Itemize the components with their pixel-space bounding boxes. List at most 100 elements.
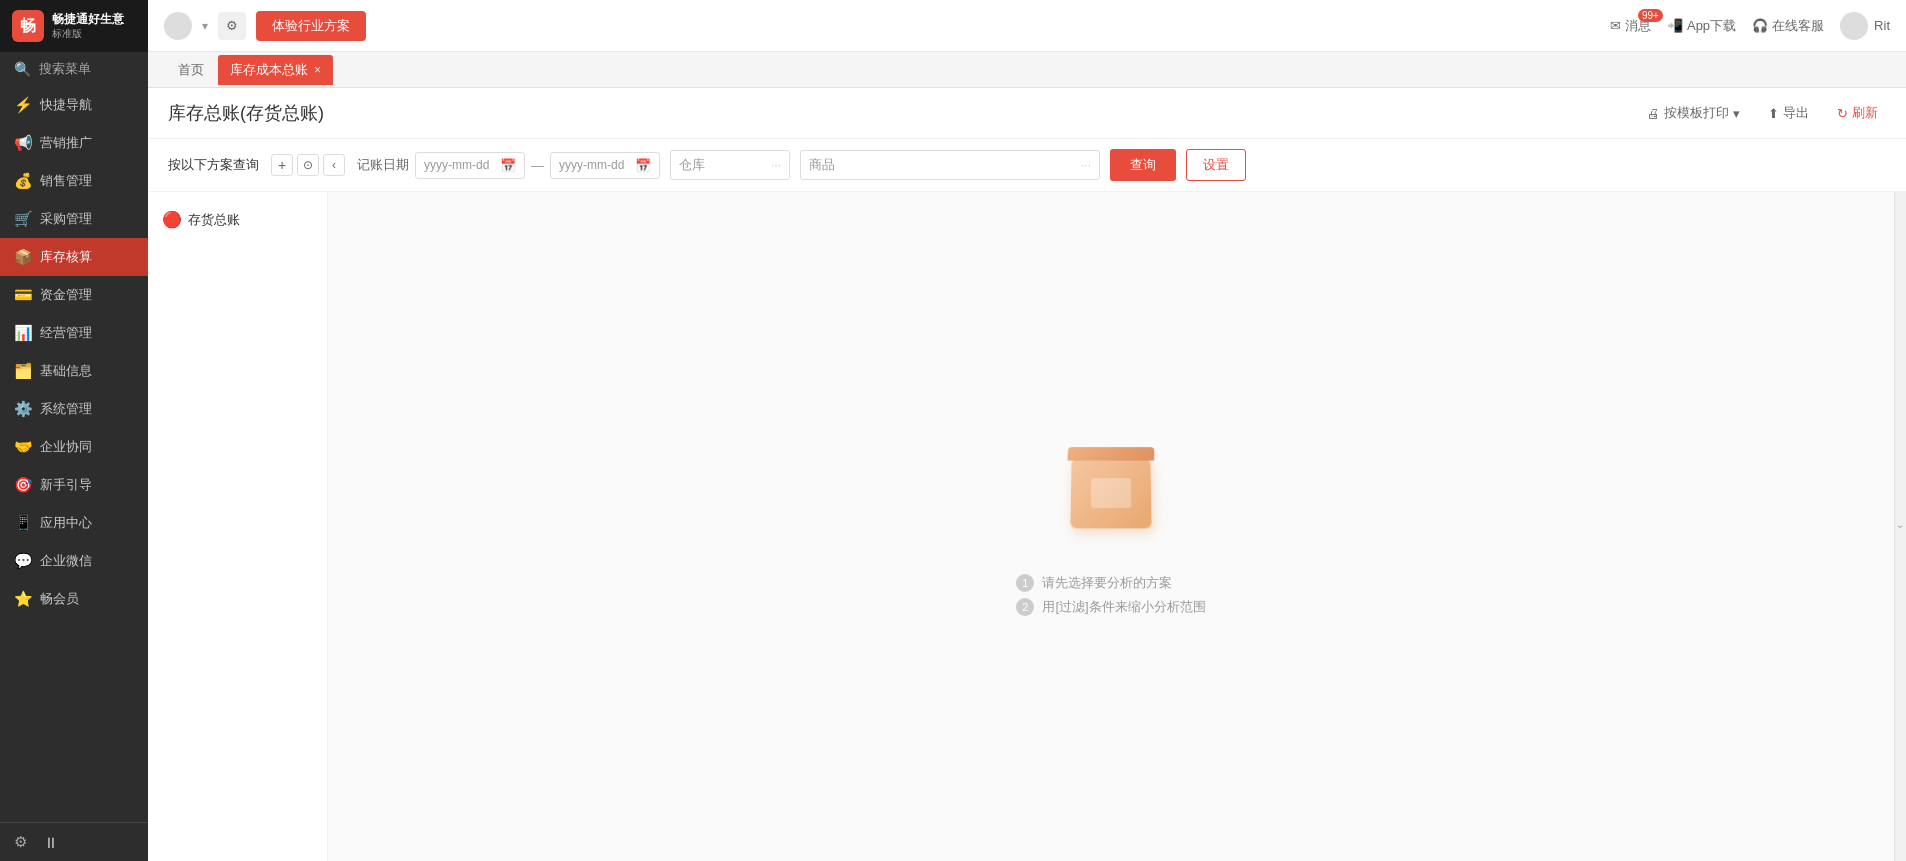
sidebar-item-operation[interactable]: 📊 经营管理 [0,314,148,352]
refresh-btn[interactable]: ↻ 刷新 [1829,100,1886,126]
sidebar-item-quick-nav[interactable]: ⚡ 快捷导航 [0,86,148,124]
sidebar-item-sales[interactable]: 💰 销售管理 [0,162,148,200]
sidebar-item-system[interactable]: ⚙️ 系统管理 [0,390,148,428]
scheme-collapse-btn[interactable]: ‹ [323,154,345,176]
guide-icon: 🎯 [14,476,32,494]
app-center-icon: 📱 [14,514,32,532]
system-icon: ⚙️ [14,400,32,418]
print-label: 按模板打印 [1664,104,1729,122]
refresh-label: 刷新 [1852,104,1878,122]
page-title: 库存总账(存货总账) [168,101,324,125]
date-separator: — [531,158,544,173]
sidebar-item-member[interactable]: ⭐ 畅会员 [0,580,148,618]
wechat-icon: 💬 [14,552,32,570]
app-download-label: App下载 [1687,17,1736,35]
sidebar-item-capital[interactable]: 💳 资金管理 [0,276,148,314]
scheme-item-label: 存货总账 [188,211,240,229]
topbar-user[interactable] [164,12,192,40]
audio-icon[interactable]: ⏸ [43,834,58,851]
print-icon: 🖨 [1647,106,1660,121]
user-name-label: Rit [1874,18,1890,33]
warehouse-select[interactable]: 仓库 ··· [670,150,790,180]
cooperation-icon: 🤝 [14,438,32,456]
online-support-btn[interactable]: 🎧 在线客服 [1752,17,1824,35]
industry-btn[interactable]: 体验行业方案 [256,11,366,41]
sidebar-item-guide[interactable]: 🎯 新手引导 [0,466,148,504]
message-icon: ✉ [1610,18,1621,33]
sidebar-search-label: 搜索菜单 [39,60,91,78]
date-label: 记账日期 [357,156,409,174]
topbar-user-name[interactable]: Rit [1840,12,1890,40]
tab-inventory-ledger[interactable]: 库存成本总账 × [218,55,333,85]
calendar-icon-start: 📅 [500,158,516,173]
print-dropdown-icon: ▾ [1733,106,1740,121]
sidebar-item-marketing[interactable]: 📢 营销推广 [0,124,148,162]
sidebar: 畅 畅捷通好生意 标准版 🔍 搜索菜单 ⚡ 快捷导航 📢 营销推广 💰 销售管理… [0,0,148,861]
logo-text: 畅捷通好生意 标准版 [52,12,124,41]
topbar: ▾ ⚙ 体验行业方案 ✉ 消息 99+ 📲 App下载 🎧 在线客服 Rit [148,0,1906,52]
empty-hint: 1 请先选择要分析的方案 2 用[过滤]条件来缩小分析范围 [1016,574,1205,616]
sidebar-item-label: 系统管理 [40,400,92,418]
tab-home[interactable]: 首页 [164,53,218,87]
sidebar-search-item[interactable]: 🔍 搜索菜单 [0,52,148,86]
setting-btn[interactable]: 设置 [1186,149,1246,181]
data-area: 1 请先选择要分析的方案 2 用[过滤]条件来缩小分析范围 [328,192,1894,861]
right-panel[interactable]: › [1894,192,1906,861]
sidebar-item-label: 新手引导 [40,476,92,494]
avatar [1840,12,1868,40]
date-end-input[interactable]: yyyy-mm-dd 📅 [550,152,660,179]
refresh-icon: ↻ [1837,106,1848,121]
sidebar-item-purchase[interactable]: 🛒 采购管理 [0,200,148,238]
sidebar-item-wechat[interactable]: 💬 企业微信 [0,542,148,580]
marketing-icon: 📢 [14,134,32,152]
scheme-add-btn[interactable]: + [271,154,293,176]
sidebar-item-label: 企业微信 [40,552,92,570]
date-end-placeholder: yyyy-mm-dd [559,158,624,172]
topbar-dropdown-icon[interactable]: ▾ [202,19,208,33]
empty-box-face [1091,478,1131,508]
empty-state: 1 请先选择要分析的方案 2 用[过滤]条件来缩小分析范围 [1016,438,1205,616]
empty-box [1070,458,1151,528]
filter-right: 记账日期 yyyy-mm-dd 📅 — yyyy-mm-dd 📅 仓库 ··· [357,149,1886,181]
scheme-manage-btn[interactable]: ⊙ [297,154,319,176]
page-content: 库存总账(存货总账) 🖨 按模板打印 ▾ ⬆ 导出 ↻ 刷新 按以下方案查询 [148,88,1906,861]
calendar-icon-end: 📅 [635,158,651,173]
date-start-input[interactable]: yyyy-mm-dd 📅 [415,152,525,179]
sidebar-item-cooperation[interactable]: 🤝 企业协同 [0,428,148,466]
print-btn[interactable]: 🖨 按模板打印 ▾ [1639,100,1748,126]
sidebar-item-basics[interactable]: 🗂️ 基础信息 [0,352,148,390]
product-more-icon: ··· [1081,158,1091,172]
settings-icon[interactable]: ⚙ [14,833,27,851]
inventory-icon: 📦 [14,248,32,266]
online-support-label: 在线客服 [1772,17,1824,35]
tabs-bar: 首页 库存成本总账 × [148,52,1906,88]
message-btn[interactable]: ✉ 消息 99+ [1610,17,1651,35]
app-download-btn[interactable]: 📲 App下载 [1667,17,1736,35]
sidebar-item-label: 经营管理 [40,324,92,342]
sidebar-item-inventory[interactable]: 📦 库存核算 [0,238,148,276]
export-icon: ⬆ [1768,106,1779,121]
sidebar-logo: 畅 畅捷通好生意 标准版 [0,0,148,52]
export-label: 导出 [1783,104,1809,122]
logo-icon: 畅 [12,10,44,42]
right-panel-arrow-icon: › [1895,525,1906,528]
warehouse-more-icon: ··· [771,158,781,172]
search-icon: 🔍 [14,61,31,77]
purchase-icon: 🛒 [14,210,32,228]
sidebar-item-app-center[interactable]: 📱 应用中心 [0,504,148,542]
support-icon: 🎧 [1752,18,1768,33]
sidebar-item-label: 应用中心 [40,514,92,532]
topbar-settings-btn[interactable]: ⚙ [218,12,246,40]
hint-item-1: 1 请先选择要分析的方案 [1016,574,1205,592]
query-btn[interactable]: 查询 [1110,149,1176,181]
sidebar-item-label: 基础信息 [40,362,92,380]
product-placeholder: 商品 [809,156,835,174]
sidebar-item-label: 快捷导航 [40,96,92,114]
export-btn[interactable]: ⬆ 导出 [1760,100,1817,126]
hint-num-2: 2 [1016,598,1034,616]
product-select[interactable]: 商品 ··· [800,150,1100,180]
tab-close-btn[interactable]: × [314,63,321,77]
scheme-item-inventory-ledger[interactable]: 🔴 存货总账 [148,202,327,237]
page-header-actions: 🖨 按模板打印 ▾ ⬆ 导出 ↻ 刷新 [1639,100,1886,126]
quick-nav-icon: ⚡ [14,96,32,114]
